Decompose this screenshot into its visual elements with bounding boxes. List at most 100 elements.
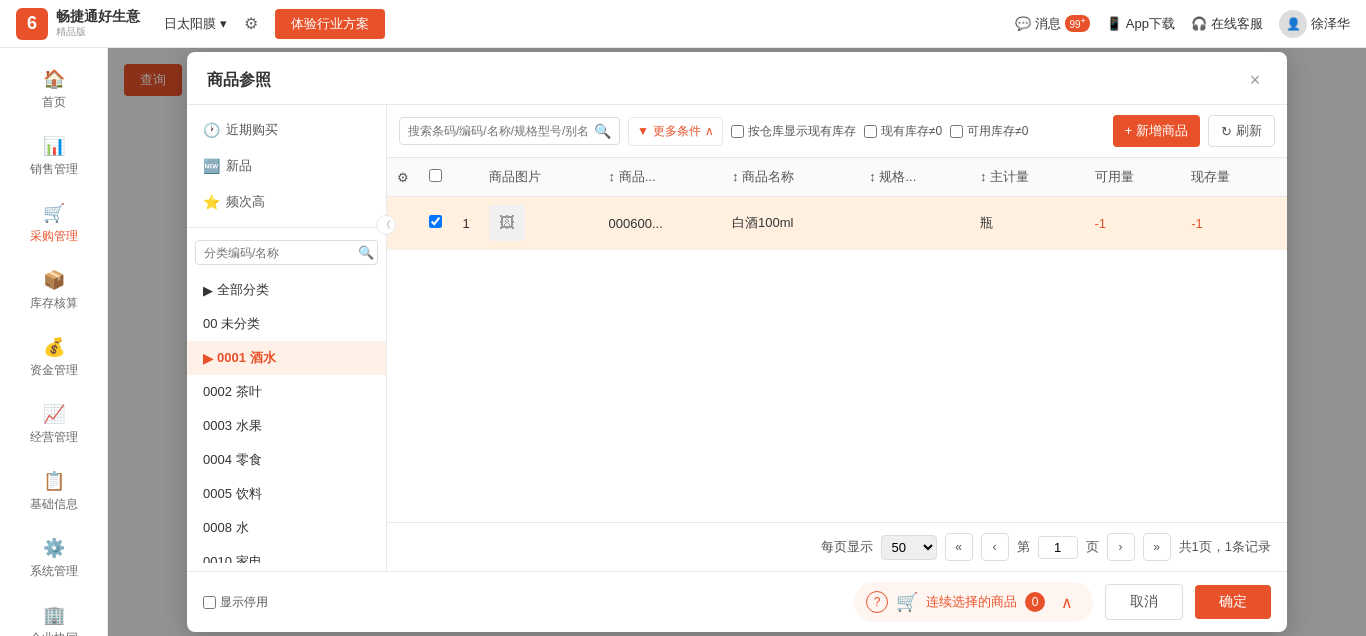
sidebar-label-basic: 基础信息 (30, 496, 78, 513)
category-0008[interactable]: 0008 水 (187, 511, 386, 545)
positive-stock-input[interactable] (864, 125, 877, 138)
tab-recent-label: 近期购买 (226, 121, 278, 139)
category-0001[interactable]: ▶ 0001 酒水 (187, 341, 386, 375)
user-avatar: 👤 (1279, 10, 1307, 38)
username-label: 徐泽华 (1311, 15, 1350, 33)
next-page-button[interactable]: › (1107, 533, 1135, 561)
row-code: 000600... (601, 197, 724, 250)
enterprise-icon: 🏢 (43, 604, 65, 626)
category-00[interactable]: 00 未分类 (187, 307, 386, 341)
category-0002[interactable]: 0002 茶叶 (187, 375, 386, 409)
by-warehouse-checkbox[interactable]: 按仓库显示现有库存 (731, 123, 856, 140)
category-0010-label: 0010 家电 (203, 553, 262, 563)
category-all[interactable]: ▶ 全部分类 (187, 273, 386, 307)
new-icon: 🆕 (203, 158, 220, 174)
product-search-box: 🔍 (399, 117, 620, 145)
app-download-item[interactable]: 📱 App下载 (1106, 15, 1175, 33)
category-search-icon[interactable]: 🔍 (358, 245, 374, 260)
category-0004[interactable]: 0004 零食 (187, 443, 386, 477)
product-search-input[interactable] (408, 124, 588, 138)
category-0005[interactable]: 0005 饮料 (187, 477, 386, 511)
per-page-select[interactable]: 50 20 100 200 (881, 535, 937, 560)
inventory-icon: 📦 (43, 269, 65, 291)
message-item[interactable]: 💬 消息 99+ (1015, 15, 1089, 33)
right-panel: 🔍 ▼ 更多条件 ∧ 按仓库显示现有库存 (387, 105, 1287, 571)
show-disabled-checkbox[interactable]: 显示停用 (203, 594, 268, 611)
refresh-button[interactable]: ↻ 刷新 (1208, 115, 1275, 147)
sidebar-item-basic[interactable]: 📋 基础信息 (8, 460, 99, 523)
system-icon: ⚙️ (43, 537, 65, 559)
prev-page-button[interactable]: ‹ (981, 533, 1009, 561)
footer-left: 显示停用 (203, 594, 268, 611)
last-page-button[interactable]: » (1143, 533, 1171, 561)
sales-icon: 📊 (43, 135, 65, 157)
settings-icon[interactable]: ⚙ (235, 8, 267, 40)
category-0003-label: 0003 水果 (203, 417, 262, 435)
nav-selector[interactable]: 日太阳膜 ▾ (156, 11, 235, 37)
positive-stock-checkbox[interactable]: 现有库存≠0 (864, 123, 942, 140)
sidebar-item-inventory[interactable]: 📦 库存核算 (8, 259, 99, 322)
category-list: ▶ 全部分类 00 未分类 ▶ 0001 酒水 0002 茶 (187, 269, 386, 563)
sidebar-label-finance: 资金管理 (30, 362, 78, 379)
category-0010[interactable]: 0010 家电 (187, 545, 386, 563)
edition-label: 精品版 (56, 25, 140, 39)
row-num: 1 (451, 197, 481, 250)
cart-count: 0 (1025, 592, 1045, 612)
filter-icon: ▼ (637, 124, 649, 138)
main-layout: 🏠 首页 📊 销售管理 🛒 采购管理 📦 库存核算 💰 资金管理 📈 经营管理 … (0, 48, 1366, 636)
tab-recent-purchase[interactable]: 🕐 近期购买 (195, 113, 378, 147)
message-label: 消息 (1035, 15, 1061, 33)
nav-selector-label: 日太阳膜 (164, 15, 216, 33)
message-icon: 💬 (1015, 16, 1031, 31)
sidebar-label-purchase: 采购管理 (30, 228, 78, 245)
more-conditions-button[interactable]: ▼ 更多条件 ∧ (628, 117, 723, 146)
col-stock: 现存量 (1183, 158, 1287, 197)
row-checkbox[interactable] (429, 215, 442, 228)
col-code[interactable]: ↕ 商品... (601, 158, 724, 197)
table-row[interactable]: 1 🖼 000600... 白酒100ml (387, 197, 1287, 250)
tab-frequent[interactable]: ⭐ 频次高 (195, 185, 378, 219)
sidebar-item-sales[interactable]: 📊 销售管理 (8, 125, 99, 188)
cart-icon: 🛒 (896, 591, 918, 613)
sidebar-item-business[interactable]: 📈 经营管理 (8, 393, 99, 456)
sidebar-item-system[interactable]: ⚙️ 系统管理 (8, 527, 99, 590)
modal-close-button[interactable]: × (1243, 68, 1267, 92)
category-search-input[interactable] (204, 246, 354, 260)
category-0003[interactable]: 0003 水果 (187, 409, 386, 443)
col-spec[interactable]: ↕ 规格... (861, 158, 972, 197)
select-all-checkbox[interactable] (429, 169, 442, 182)
col-unit[interactable]: ↕ 主计量 (972, 158, 1087, 197)
left-panel: 🕐 近期购买 🆕 新品 ⭐ 频次高 (187, 105, 387, 571)
logo-area: 6 畅捷通好生意 精品版 (16, 8, 140, 40)
recent-icon: 🕐 (203, 122, 220, 138)
sidebar-item-enterprise[interactable]: 🏢 企业协同 (8, 594, 99, 636)
sidebar-item-home[interactable]: 🏠 首页 (8, 58, 99, 121)
product-search-icon[interactable]: 🔍 (594, 123, 611, 139)
brand-name: 畅捷通好生意 (56, 8, 140, 25)
sidebar-item-finance[interactable]: 💰 资金管理 (8, 326, 99, 389)
page-number-input[interactable] (1038, 536, 1078, 559)
user-item[interactable]: 👤 徐泽华 (1279, 10, 1350, 38)
help-icon[interactable]: ? (866, 591, 888, 613)
tab-new-label: 新品 (226, 157, 252, 175)
show-disabled-input[interactable] (203, 596, 216, 609)
col-settings[interactable]: ⚙ (387, 158, 419, 197)
trial-button[interactable]: 体验行业方案 (275, 9, 385, 39)
sidebar-item-purchase[interactable]: 🛒 采购管理 (8, 192, 99, 255)
page-suffix: 页 (1086, 538, 1099, 556)
row-checkbox-cell (419, 197, 451, 250)
left-panel-collapse-button[interactable]: 《 (376, 215, 396, 235)
available-stock-input[interactable] (950, 125, 963, 138)
col-name[interactable]: ↕ 商品名称 (724, 158, 861, 197)
by-warehouse-input[interactable] (731, 125, 744, 138)
available-stock-checkbox[interactable]: 可用库存≠0 (950, 123, 1028, 140)
frequent-icon: ⭐ (203, 194, 220, 210)
confirm-button[interactable]: 确定 (1195, 585, 1271, 619)
footer-collapse-button[interactable]: ∧ (1053, 588, 1081, 616)
row-stock: -1 (1183, 197, 1287, 250)
add-product-button[interactable]: + 新增商品 (1113, 115, 1200, 147)
tab-new-products[interactable]: 🆕 新品 (195, 149, 378, 183)
online-service-item[interactable]: 🎧 在线客服 (1191, 15, 1263, 33)
cancel-button[interactable]: 取消 (1105, 584, 1183, 620)
first-page-button[interactable]: « (945, 533, 973, 561)
